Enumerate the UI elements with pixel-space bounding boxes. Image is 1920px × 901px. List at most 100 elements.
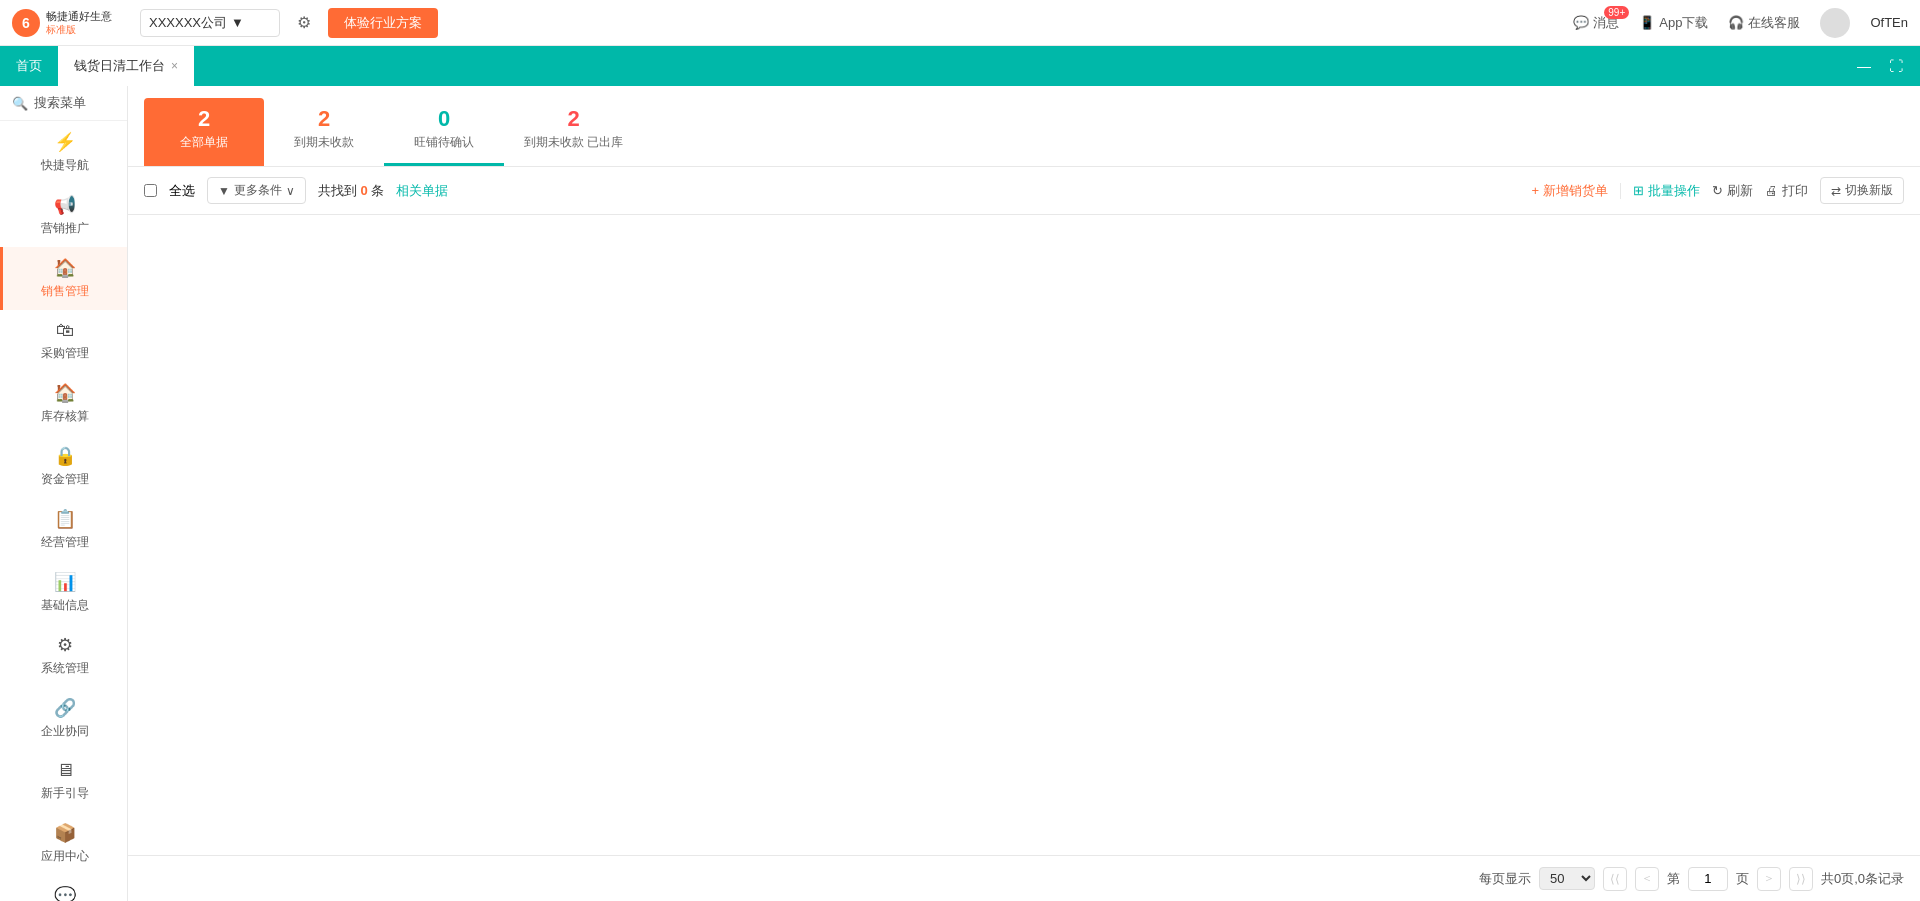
print-icon: 🖨	[1765, 183, 1778, 198]
per-page-select[interactable]: 20 50 100 200	[1539, 867, 1595, 890]
app-center-icon: 📦	[54, 822, 76, 844]
sidebar-search[interactable]: 🔍 搜索菜单	[0, 86, 127, 121]
batch-icon: ⊞	[1633, 183, 1644, 198]
online-service-button[interactable]: 🎧 在线客服	[1728, 14, 1800, 32]
tab-controls: — ⛶	[1852, 54, 1920, 78]
stat-num-wangpu: 0	[404, 106, 484, 132]
main-layout: 🔍 搜索菜单 ⚡ 快捷导航 📢 营销推广 🏠 销售管理 🛍 采购管理 🏠 库存核…	[0, 86, 1920, 901]
stat-tab-wangpu[interactable]: 0 旺铺待确认	[384, 98, 504, 166]
sidebar-item-sales[interactable]: 🏠 销售管理	[0, 247, 127, 310]
quick-nav-icon: ⚡	[54, 131, 76, 153]
avatar[interactable]	[1820, 8, 1850, 38]
pagination-bar: 每页显示 20 50 100 200 ⟨⟨ ＜ 第 页 ＞ ⟩⟩ 共0页,0条记…	[128, 855, 1920, 901]
system-icon: ⚙	[57, 634, 73, 656]
sales-icon: 🏠	[54, 257, 76, 279]
filter-button[interactable]: ▼ 更多条件 ∨	[207, 177, 306, 204]
select-all-label: 全选	[169, 182, 195, 200]
switch-version-button[interactable]: ⇄ 切换新版	[1820, 177, 1904, 204]
tab-bar: 首页 钱货日清工作台 × — ⛶	[0, 46, 1920, 86]
headset-icon: 🎧	[1728, 15, 1744, 30]
message-badge: 99+	[1604, 6, 1629, 19]
sidebar-item-finance[interactable]: 🔒 资金管理	[0, 435, 127, 498]
avatar-name: OfTEn	[1870, 15, 1908, 30]
stat-label-shipped: 到期未收款 已出库	[524, 134, 623, 151]
logo-icon: 6	[12, 9, 40, 37]
finance-icon: 🔒	[54, 445, 76, 467]
stat-tab-all[interactable]: 2 全部单据	[144, 98, 264, 166]
sidebar-item-system[interactable]: ⚙ 系统管理	[0, 624, 127, 687]
stat-label-all: 全部单据	[164, 134, 244, 151]
tab-close-icon[interactable]: ×	[171, 59, 178, 73]
tab-maximize-button[interactable]: ⛶	[1884, 54, 1908, 78]
stat-tab-shipped[interactable]: 2 到期未收款 已出库	[504, 98, 643, 166]
first-page-button[interactable]: ⟨⟨	[1603, 867, 1627, 891]
last-page-button[interactable]: ⟩⟩	[1789, 867, 1813, 891]
sidebar-item-marketing[interactable]: 📢 营销推广	[0, 184, 127, 247]
sidebar-item-wechat[interactable]: 💬 企业微信	[0, 875, 127, 901]
batch-operation-button[interactable]: ⊞ 批量操作	[1633, 182, 1700, 200]
dropdown-arrow-icon: ▼	[231, 15, 244, 30]
sidebar-item-app-center[interactable]: 📦 应用中心	[0, 812, 127, 875]
total-label: 共0页,0条记录	[1821, 870, 1904, 888]
plus-icon: +	[1531, 183, 1539, 198]
experience-button[interactable]: 体验行业方案	[328, 8, 438, 38]
stat-tab-overdue[interactable]: 2 到期未收款	[264, 98, 384, 166]
per-page-label: 每页显示	[1479, 870, 1531, 888]
next-page-button[interactable]: ＞	[1757, 867, 1781, 891]
operations-icon: 📋	[54, 508, 76, 530]
logo-text: 畅捷通好生意 标准版	[46, 9, 112, 36]
stats-tabs-row: 2 全部单据 2 到期未收款 0 旺铺待确认 2 到期未收款 已出库	[144, 98, 1904, 166]
top-header: 6 畅捷通好生意 标准版 XXXXXX公司 ▼ ⚙ 体验行业方案 💬 消息 99…	[0, 0, 1920, 46]
refresh-icon: ↻	[1712, 183, 1723, 198]
marketing-icon: 📢	[54, 194, 76, 216]
header-right: 💬 消息 99+ 📱 App下载 🎧 在线客服 OfTEn	[1573, 8, 1908, 38]
switch-icon: ⇄	[1831, 184, 1841, 198]
stat-num-shipped: 2	[524, 106, 623, 132]
sidebar-item-quick-nav[interactable]: ⚡ 快捷导航	[0, 121, 127, 184]
settings-button[interactable]: ⚙	[288, 7, 320, 39]
found-text: 共找到 0 条	[318, 182, 384, 200]
page-number-input[interactable]	[1688, 867, 1728, 891]
filter-icon: ▼	[218, 184, 230, 198]
tab-minimize-button[interactable]: —	[1852, 54, 1876, 78]
content-area: 2 全部单据 2 到期未收款 0 旺铺待确认 2 到期未收款 已出库	[128, 86, 1920, 901]
sidebar-item-inventory[interactable]: 🏠 库存核算	[0, 372, 127, 435]
inventory-icon: 🏠	[54, 382, 76, 404]
message-icon: 💬	[1573, 15, 1589, 30]
stats-tabs: 2 全部单据 2 到期未收款 0 旺铺待确认 2 到期未收款 已出库	[128, 86, 1920, 167]
sidebar-item-operations[interactable]: 📋 经营管理	[0, 498, 127, 561]
gear-icon: ⚙	[297, 13, 311, 32]
page-label: 第	[1667, 870, 1680, 888]
search-icon: 🔍	[12, 96, 28, 111]
logo-area: 6 畅捷通好生意 标准版	[12, 9, 140, 37]
basic-info-icon: 📊	[54, 571, 76, 593]
message-button[interactable]: 💬 消息 99+	[1573, 14, 1619, 32]
sidebar-item-basic-info[interactable]: 📊 基础信息	[0, 561, 127, 624]
refresh-button[interactable]: ↻ 刷新	[1712, 182, 1753, 200]
sidebar-item-enterprise[interactable]: 🔗 企业协同	[0, 687, 127, 750]
page-suffix: 页	[1736, 870, 1749, 888]
select-all-checkbox[interactable]	[144, 184, 157, 197]
enterprise-icon: 🔗	[54, 697, 76, 719]
table-area	[128, 215, 1920, 855]
guide-icon: 🖥	[56, 760, 74, 781]
related-link[interactable]: 相关单据	[396, 182, 448, 200]
sidebar-item-purchase[interactable]: 🛍 采购管理	[0, 310, 127, 372]
toolbar: 全选 ▼ 更多条件 ∨ 共找到 0 条 相关单据 + 新增销货单 ⊞	[128, 167, 1920, 215]
stat-label-wangpu: 旺铺待确认	[404, 134, 484, 151]
found-count: 0	[361, 183, 368, 198]
app-download-button[interactable]: 📱 App下载	[1639, 14, 1708, 32]
toolbar-right: + 新增销货单 ⊞ 批量操作 ↻ 刷新 🖨 打印 ⇄ 切	[1531, 177, 1904, 204]
chevron-down-icon: ∨	[286, 184, 295, 198]
tab-qhrc[interactable]: 钱货日清工作台 ×	[58, 46, 194, 86]
company-selector[interactable]: XXXXXX公司 ▼	[140, 9, 280, 37]
sidebar-item-guide[interactable]: 🖥 新手引导	[0, 750, 127, 812]
tab-home[interactable]: 首页	[0, 46, 58, 86]
add-order-button[interactable]: + 新增销货单	[1531, 182, 1608, 200]
prev-page-button[interactable]: ＜	[1635, 867, 1659, 891]
divider	[1620, 183, 1621, 199]
stat-num-overdue: 2	[284, 106, 364, 132]
phone-icon: 📱	[1639, 15, 1655, 30]
purchase-icon: 🛍	[56, 320, 74, 341]
print-button[interactable]: 🖨 打印	[1765, 182, 1808, 200]
